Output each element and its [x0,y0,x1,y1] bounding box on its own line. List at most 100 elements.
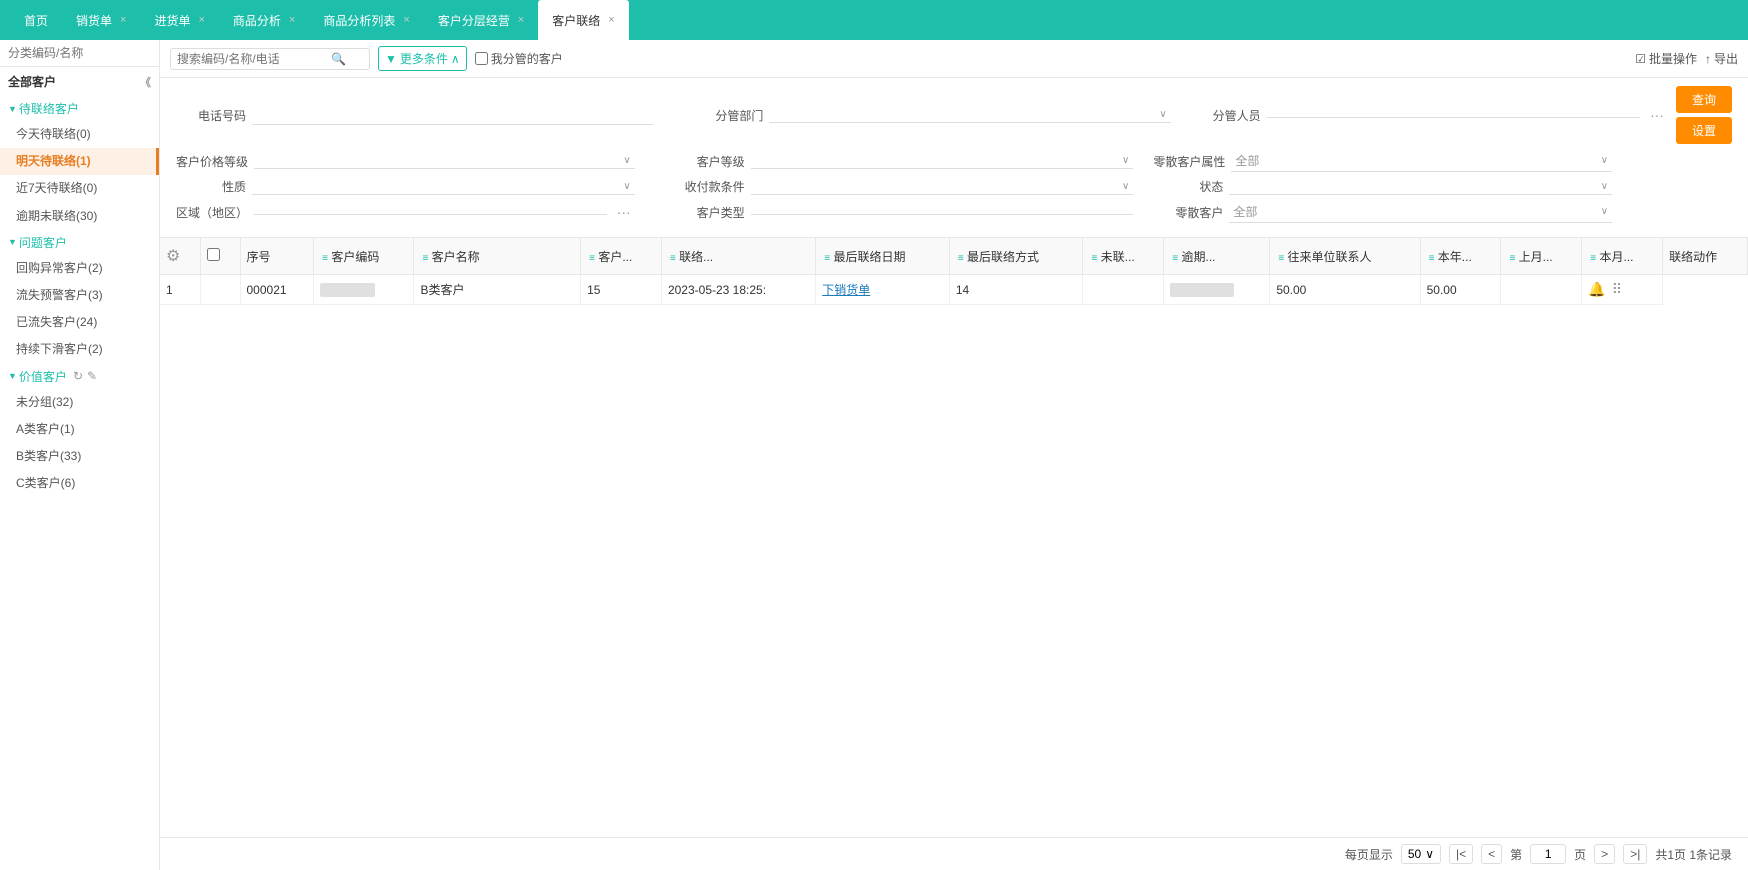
query-button[interactable]: 查询 [1676,86,1732,113]
main-layout: 🔍 全部客户 《 待联络客户 今天待联络(0) 明天待联络(1) 近7天待联络(… [0,40,1748,870]
th-customer-name[interactable]: ≡ 客户名称 [414,238,581,275]
all-customers-title[interactable]: 全部客户 《 [0,67,159,96]
nav-product-analysis-list[interactable]: 商品分析列表 × [309,0,423,40]
th-this-month[interactable]: ≡ 本月... [1582,238,1663,275]
close-product-analysis-list-icon[interactable]: × [403,14,409,26]
sidebar-item-7days-contact[interactable]: 近7天待联络(0) [0,175,159,202]
price-grade-select[interactable]: ∨ [254,153,635,169]
th-overdue[interactable]: ≡ 逾期... [1164,238,1270,275]
filter-panel: 电话号码 分管部门 ∨ 分管人员 ··· [160,78,1748,238]
my-customer-checkbox[interactable] [475,52,488,65]
th-last-month[interactable]: ≡ 上月... [1501,238,1582,275]
customer-type-label: 客户类型 [675,204,745,221]
my-customer-checkbox-label[interactable]: 我分管的客户 [475,50,563,67]
region-more-icon[interactable]: ··· [613,204,635,220]
export-icon: ↑ [1705,52,1711,66]
dept-select[interactable]: ∨ [769,107,1170,123]
sidebar-item-churn-warning[interactable]: 流失预警客户(3) [0,282,159,309]
sidebar-item-overdue-contact[interactable]: 逾期未联络(30) [0,203,159,230]
sort-icon-type: ≡ [589,253,595,264]
th-customer-code[interactable]: ≡ 客户编码 [314,238,414,275]
filter-retail-customer-cell: 零散客户 全部 ∨ [1153,201,1612,223]
customer-grade-arrow-icon: ∨ [1122,155,1129,166]
close-product-analysis-icon[interactable]: × [289,14,295,26]
sidebar-item-ungrouped[interactable]: 未分组(32) [0,389,159,416]
th-last-contact-date[interactable]: ≡ 最后联络日期 [816,238,950,275]
nav-home[interactable]: 首页 [10,0,62,40]
sort-icon-this-month: ≡ [1590,253,1596,264]
sort-icon-overdue: ≡ [1172,253,1178,264]
per-page-select[interactable]: 50 ∨ [1401,844,1441,864]
edit-value-icon[interactable]: ✎ [87,369,97,383]
th-no-contact-days[interactable]: ≡ 未联... [1083,238,1164,275]
th-settings: ⚙ [160,238,200,275]
th-customer-type[interactable]: ≡ 客户... [581,238,662,275]
search-icon[interactable]: 🔍 [331,52,346,66]
status-select[interactable]: ∨ [1229,179,1612,195]
more-filters-button[interactable]: ▼ 更多条件 ∧ [378,46,467,71]
nav-purchase-order[interactable]: 进货单 × [140,0,218,40]
sidebar-search-input[interactable] [8,46,160,60]
contact-action-icon[interactable]: 🔔 [1588,281,1605,298]
nav-sales-order[interactable]: 销货单 × [62,0,140,40]
dept-arrow-icon: ∨ [1159,109,1166,120]
price-grade-arrow-icon: ∨ [623,155,630,166]
sidebar-item-today-contact[interactable]: 今天待联络(0) [0,121,159,148]
total-label: 共1页 1条记录 [1655,846,1732,863]
filter-dept-cell: 分管部门 ∨ [693,107,1170,124]
close-customer-layering-icon[interactable]: × [518,14,524,26]
last-page-button[interactable]: >| [1623,844,1647,864]
top-navigation: 首页 销货单 × 进货单 × 商品分析 × 商品分析列表 × 客户分层经营 × … [0,0,1748,40]
first-page-button[interactable]: |< [1449,844,1473,864]
customer-type-select[interactable] [751,210,1134,215]
next-page-button[interactable]: > [1594,844,1615,864]
footer: 每页显示 50 ∨ |< < 第 页 > >| 共1页 1条记录 [160,837,1748,870]
more-action-icon[interactable]: ⠿ [1612,281,1622,298]
nature-select[interactable]: ∨ [252,179,635,195]
page-number-input[interactable] [1530,844,1566,864]
sidebar-item-churned[interactable]: 已流失客户(24) [0,309,159,336]
dept-label: 分管部门 [693,107,763,124]
sidebar-item-declining[interactable]: 持续下滑客户(2) [0,336,159,363]
prev-page-button[interactable]: < [1481,844,1502,864]
nav-customer-layering[interactable]: 客户分层经营 × [424,0,538,40]
close-purchase-order-icon[interactable]: × [198,14,204,26]
sidebar-item-class-c[interactable]: C类客户(6) [0,470,159,497]
sort-icon-contact-person: ≡ [1278,253,1284,264]
cell-empty-settings [200,275,240,305]
close-sales-order-icon[interactable]: × [120,14,126,26]
column-settings-icon[interactable]: ⚙ [166,248,180,265]
export-button[interactable]: ↑ 导出 [1705,50,1738,67]
select-all-checkbox[interactable] [207,248,220,261]
set-button[interactable]: 设置 [1676,117,1732,144]
filter-nature-cell: 性质 ∨ [176,178,635,195]
page-label: 第 [1510,846,1522,863]
filter-row-2: 客户价格等级 ∨ 客户等级 ∨ 零散客户属性 [176,150,1732,172]
person-input-area [1267,113,1640,118]
toolbar-right: ☑ 批量操作 ↑ 导出 [1635,50,1738,67]
th-contacts[interactable]: ≡ 联络... [661,238,815,275]
th-code[interactable]: 序号 [240,238,314,275]
nav-product-analysis[interactable]: 商品分析 × [219,0,309,40]
retail-attr-select[interactable]: 全部 ∨ [1231,150,1612,172]
cell-last-contact-date: 2023-05-23 18:25: [661,275,815,305]
customer-grade-select[interactable]: ∨ [751,153,1134,169]
search-input[interactable] [177,52,327,66]
batch-operation-button[interactable]: ☑ 批量操作 [1635,50,1697,67]
sidebar-item-class-b[interactable]: B类客户(33) [0,443,159,470]
th-contact-person[interactable]: ≡ 往来单位联系人 [1270,238,1420,275]
sort-icon-this-year: ≡ [1429,253,1435,264]
person-more-icon[interactable]: ··· [1646,107,1668,123]
th-this-year[interactable]: ≡ 本年... [1420,238,1501,275]
phone-input[interactable] [252,106,653,125]
th-last-contact-method[interactable]: ≡ 最后联络方式 [949,238,1083,275]
close-customer-contact-icon[interactable]: × [608,14,614,26]
sidebar-item-tomorrow-contact[interactable]: 明天待联络(1) [0,148,159,175]
payment-select[interactable]: ∨ [751,179,1134,195]
sidebar-item-abnormal-repurchase[interactable]: 回购异常客户(2) [0,255,159,282]
refresh-value-icon[interactable]: ↻ [73,369,83,383]
cell-contacts: 15 [581,275,662,305]
sidebar-item-class-a[interactable]: A类客户(1) [0,416,159,443]
retail-customer-select[interactable]: 全部 ∨ [1229,201,1612,223]
nav-customer-contact[interactable]: 客户联络 × [538,0,628,40]
